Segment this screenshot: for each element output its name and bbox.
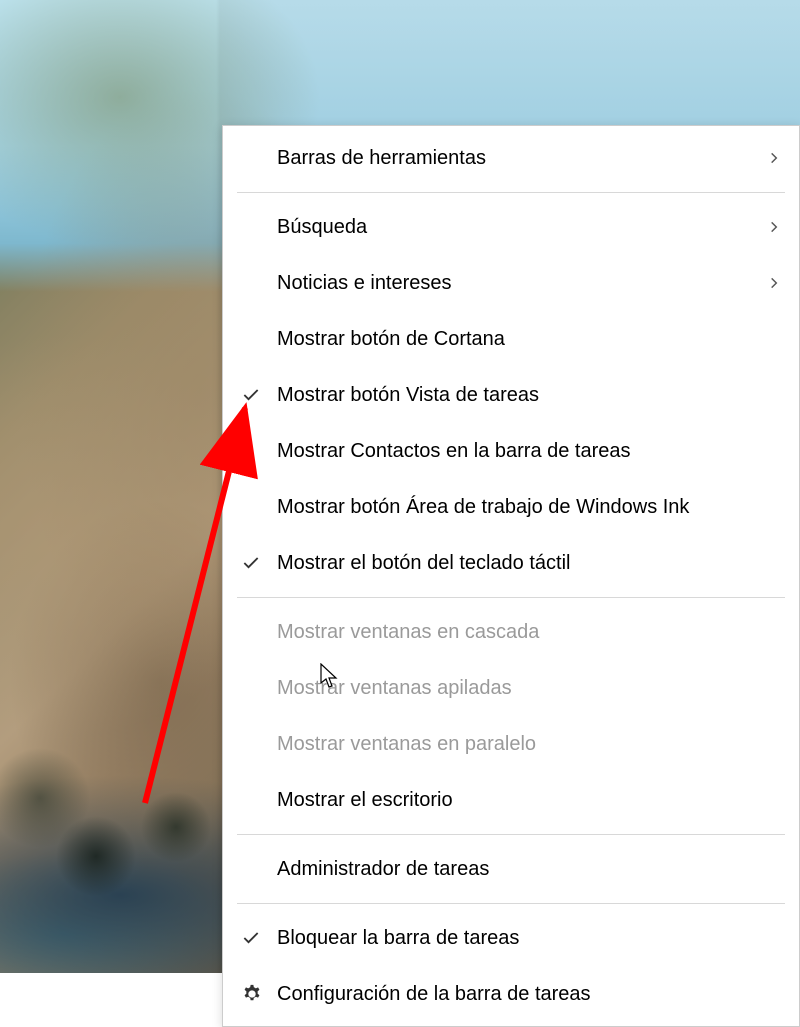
menu-item-arrow-slot — [761, 220, 781, 234]
menu-item[interactable]: Mostrar botón de Cortana — [223, 311, 799, 367]
menu-item[interactable]: Mostrar Contactos en la barra de tareas — [223, 423, 799, 479]
menu-item-arrow-slot — [761, 276, 781, 290]
menu-separator — [237, 903, 785, 904]
menu-item[interactable]: Noticias e intereses — [223, 255, 799, 311]
menu-item-label: Mostrar botón Vista de tareas — [277, 384, 761, 407]
menu-item: Mostrar ventanas apiladas — [223, 660, 799, 716]
menu-item-label: Mostrar el botón del teclado táctil — [277, 552, 761, 575]
menu-separator — [237, 192, 785, 193]
chevron-right-icon — [767, 276, 781, 290]
chevron-right-icon — [767, 151, 781, 165]
menu-item[interactable]: Barras de herramientas — [223, 130, 799, 186]
menu-item-label: Administrador de tareas — [277, 858, 761, 881]
check-icon — [241, 553, 261, 573]
menu-item-icon-slot — [241, 983, 277, 1005]
menu-item-label: Bloquear la barra de tareas — [277, 927, 761, 950]
menu-item-label: Mostrar Contactos en la barra de tareas — [277, 440, 761, 463]
chevron-right-icon — [767, 220, 781, 234]
menu-item-label: Búsqueda — [277, 216, 761, 239]
menu-item-label: Barras de herramientas — [277, 147, 761, 170]
menu-separator — [237, 834, 785, 835]
menu-item-label: Mostrar el escritorio — [277, 789, 761, 812]
menu-item-icon-slot — [241, 385, 277, 405]
check-icon — [241, 385, 261, 405]
menu-item-label: Noticias e intereses — [277, 272, 761, 295]
menu-item-label: Mostrar ventanas apiladas — [277, 677, 761, 700]
gear-icon — [241, 983, 263, 1005]
menu-item[interactable]: Configuración de la barra de tareas — [223, 966, 799, 1022]
check-icon — [241, 928, 261, 948]
taskbar-context-menu: Barras de herramientas Búsqueda Noticias e… — [222, 125, 800, 1027]
menu-separator — [237, 597, 785, 598]
menu-item: Mostrar ventanas en paralelo — [223, 716, 799, 772]
menu-item-label: Mostrar botón Área de trabajo de Windows… — [277, 496, 761, 519]
menu-item[interactable]: Mostrar botón Área de trabajo de Windows… — [223, 479, 799, 535]
menu-item-label: Mostrar botón de Cortana — [277, 328, 761, 351]
menu-item-label: Mostrar ventanas en cascada — [277, 621, 761, 644]
menu-item[interactable]: Administrador de tareas — [223, 841, 799, 897]
menu-item-label: Configuración de la barra de tareas — [277, 983, 761, 1006]
menu-item-arrow-slot — [761, 151, 781, 165]
menu-item: Mostrar ventanas en cascada — [223, 604, 799, 660]
menu-item-icon-slot — [241, 553, 277, 573]
menu-item[interactable]: Búsqueda — [223, 199, 799, 255]
menu-item-icon-slot — [241, 928, 277, 948]
menu-item-label: Mostrar ventanas en paralelo — [277, 733, 761, 756]
menu-item[interactable]: Mostrar botón Vista de tareas — [223, 367, 799, 423]
menu-item[interactable]: Mostrar el escritorio — [223, 772, 799, 828]
menu-item[interactable]: Bloquear la barra de tareas — [223, 910, 799, 966]
menu-item[interactable]: Mostrar el botón del teclado táctil — [223, 535, 799, 591]
